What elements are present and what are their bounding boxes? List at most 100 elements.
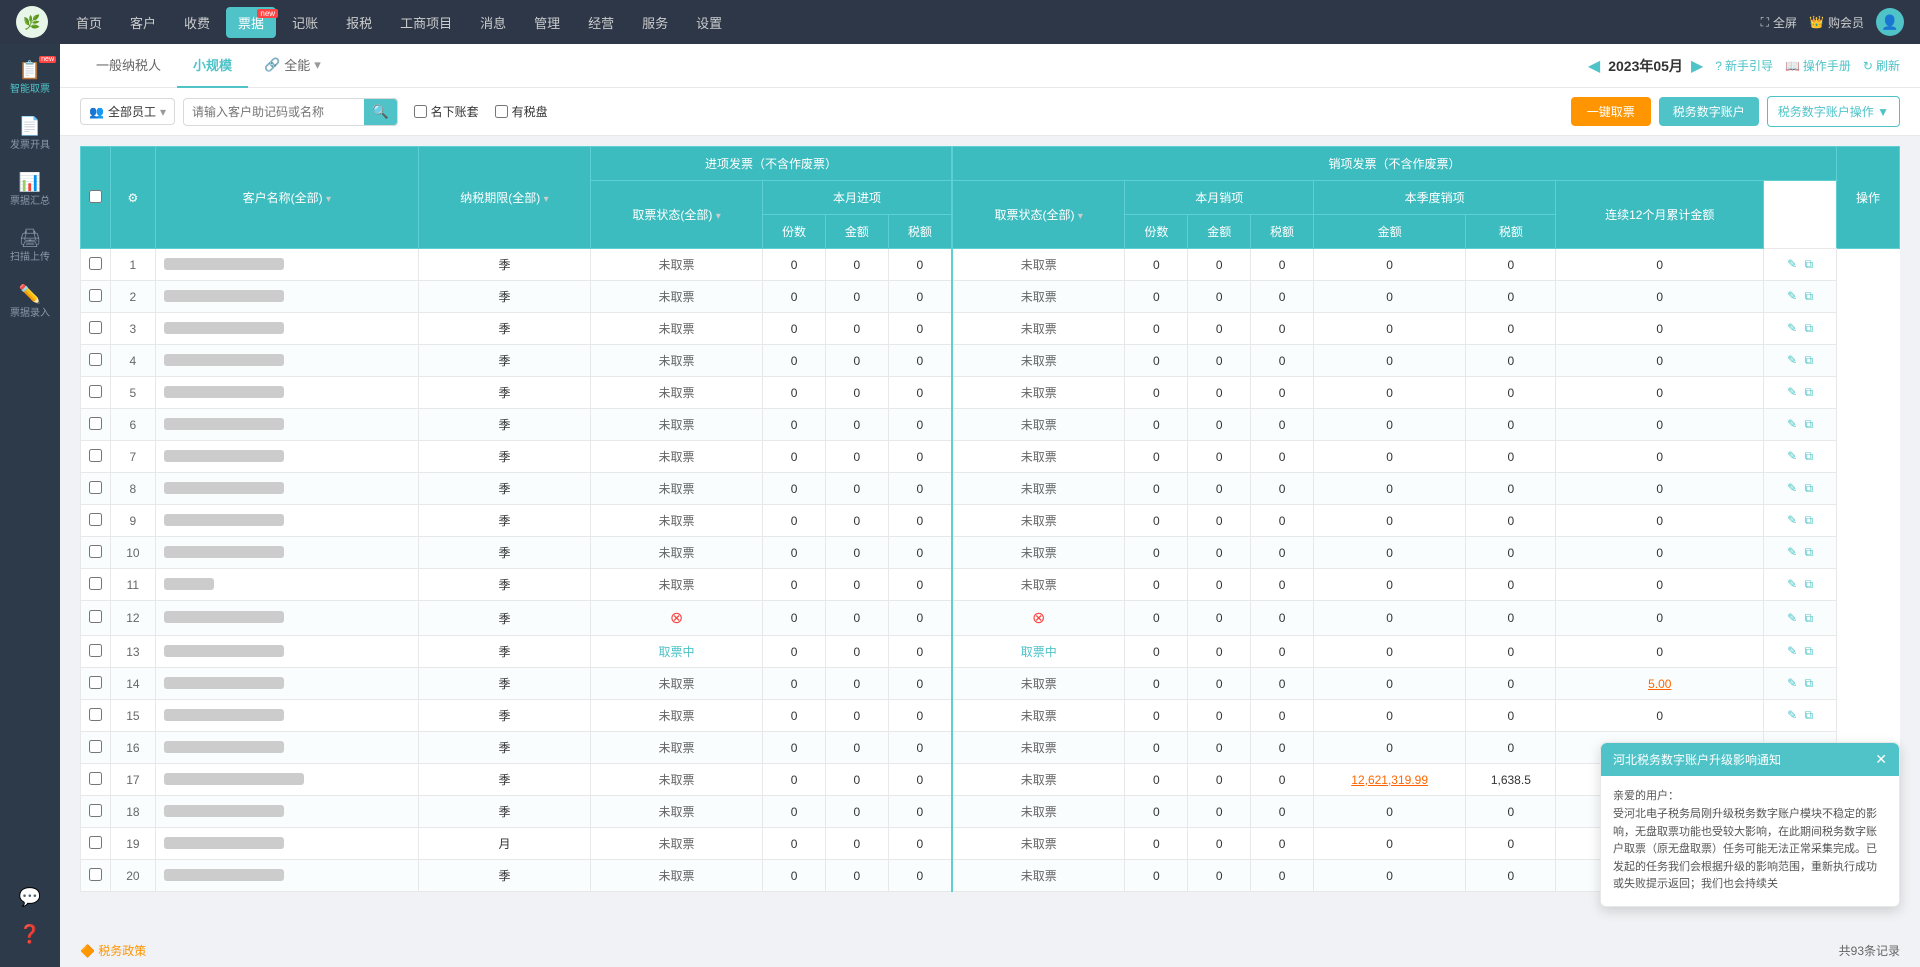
row-copy-icon[interactable]: ⧉: [1805, 257, 1814, 271]
nav-invoices[interactable]: 票据 new: [226, 7, 276, 38]
row-copy-icon[interactable]: ⧉: [1805, 708, 1814, 722]
tab-general-taxpayer[interactable]: 一般纳税人: [80, 44, 177, 88]
row-edit-icon[interactable]: ✎: [1787, 449, 1797, 463]
row-edit-icon[interactable]: ✎: [1787, 708, 1797, 722]
row-copy-icon[interactable]: ⧉: [1805, 644, 1814, 658]
row-edit-icon[interactable]: ✎: [1787, 321, 1797, 335]
search-button[interactable]: 🔍: [364, 99, 397, 125]
row-edit-icon[interactable]: ✎: [1787, 417, 1797, 431]
sidebar-help-icon[interactable]: ❓: [13, 918, 47, 951]
row-checkbox[interactable]: [89, 708, 102, 721]
row-checkbox[interactable]: [89, 804, 102, 817]
nav-fees[interactable]: 收费: [172, 7, 222, 38]
row-checkbox[interactable]: [89, 610, 102, 623]
tab-all[interactable]: 🔗 全能 ▾: [248, 44, 337, 88]
date-next-button[interactable]: ▶: [1691, 56, 1703, 76]
refresh-link[interactable]: ↻ 刷新: [1863, 57, 1900, 74]
my-accounts-input[interactable]: [414, 105, 427, 118]
has-tax-disk-input[interactable]: [495, 105, 508, 118]
quota-filter-icon[interactable]: ▾: [544, 194, 549, 205]
row-copy-icon[interactable]: ⧉: [1805, 353, 1814, 367]
has-tax-disk-checkbox[interactable]: 有税盘: [495, 103, 548, 120]
row-edit-icon[interactable]: ✎: [1787, 577, 1797, 591]
row-copy-icon[interactable]: ⧉: [1805, 449, 1814, 463]
sidebar-item-scan-upload[interactable]: 🖨 扫描上传: [0, 220, 60, 272]
employee-select[interactable]: 👥 全部员工 ▾: [80, 98, 175, 125]
notification-close-button[interactable]: ✕: [1875, 751, 1887, 768]
row-checkbox[interactable]: [89, 353, 102, 366]
row-copy-icon[interactable]: ⧉: [1805, 513, 1814, 527]
sidebar-item-invoice-summary[interactable]: 📊 票据汇总: [0, 164, 60, 216]
nav-management[interactable]: 管理: [522, 7, 572, 38]
nav-clients[interactable]: 客户: [118, 7, 168, 38]
row-checkbox[interactable]: [89, 772, 102, 785]
row-edit-icon[interactable]: ✎: [1787, 481, 1797, 495]
row-checkbox[interactable]: [89, 417, 102, 430]
nav-settings[interactable]: 设置: [684, 7, 734, 38]
my-accounts-checkbox[interactable]: 名下账套: [414, 103, 479, 120]
nav-home[interactable]: 首页: [64, 7, 114, 38]
sidebar-item-smart-fetch[interactable]: 📋 智能取票 new: [0, 52, 60, 104]
sidebar-item-invoice-entry[interactable]: ✏️ 票据录入: [0, 276, 60, 328]
row-copy-icon[interactable]: ⧉: [1805, 321, 1814, 335]
row-copy-icon[interactable]: ⧉: [1805, 417, 1814, 431]
sidebar-chat-icon[interactable]: 💬: [13, 881, 47, 914]
deduct-amount-highlight[interactable]: 12,621,319.99: [1351, 773, 1428, 787]
settings-gear-icon[interactable]: ⚙: [127, 191, 138, 205]
row-copy-icon[interactable]: ⧉: [1805, 289, 1814, 303]
nav-operations[interactable]: 经营: [576, 7, 626, 38]
row-copy-icon[interactable]: ⧉: [1805, 577, 1814, 591]
row-copy-icon[interactable]: ⧉: [1805, 611, 1814, 625]
row-checkbox[interactable]: [89, 385, 102, 398]
row-checkbox[interactable]: [89, 449, 102, 462]
row-edit-icon[interactable]: ✎: [1787, 644, 1797, 658]
tax-digital-account-op-button[interactable]: 税务数字账户操作 ▼: [1767, 96, 1900, 127]
date-prev-button[interactable]: ◀: [1588, 56, 1600, 76]
new-guide-link[interactable]: ? 新手引导: [1715, 57, 1773, 74]
row-edit-icon[interactable]: ✎: [1787, 385, 1797, 399]
search-input[interactable]: [184, 101, 364, 123]
row-copy-icon[interactable]: ⧉: [1805, 545, 1814, 559]
row-edit-icon[interactable]: ✎: [1787, 289, 1797, 303]
row-checkbox[interactable]: [89, 289, 102, 302]
vip-button[interactable]: 👑 购会员: [1809, 14, 1864, 31]
last12-highlight[interactable]: 5.00: [1648, 677, 1671, 691]
client-filter-icon[interactable]: ▾: [326, 194, 331, 205]
nav-business[interactable]: 工商项目: [388, 7, 464, 38]
fullscreen-button[interactable]: ⛶ 全屏: [1761, 14, 1797, 31]
nav-tax[interactable]: 报税: [334, 7, 384, 38]
row-checkbox[interactable]: [89, 481, 102, 494]
out-fetch-filter-icon[interactable]: ▾: [1078, 211, 1083, 222]
row-checkbox[interactable]: [89, 321, 102, 334]
row-checkbox[interactable]: [89, 257, 102, 270]
row-checkbox[interactable]: [89, 577, 102, 590]
tab-small-scale[interactable]: 小规模: [177, 44, 248, 88]
in-fetch-filter-icon[interactable]: ▾: [716, 211, 721, 222]
nav-messages[interactable]: 消息: [468, 7, 518, 38]
row-edit-icon[interactable]: ✎: [1787, 257, 1797, 271]
row-copy-icon[interactable]: ⧉: [1805, 385, 1814, 399]
manual-link[interactable]: 📖 操作手册: [1785, 57, 1851, 74]
row-checkbox[interactable]: [89, 676, 102, 689]
row-edit-icon[interactable]: ✎: [1787, 611, 1797, 625]
tax-digital-account-button[interactable]: 税务数字账户: [1659, 97, 1759, 126]
row-copy-icon[interactable]: ⧉: [1805, 481, 1814, 495]
nav-services[interactable]: 服务: [630, 7, 680, 38]
row-checkbox[interactable]: [89, 836, 102, 849]
row-checkbox[interactable]: [89, 513, 102, 526]
sidebar-item-invoice-open[interactable]: 📄 发票开具: [0, 108, 60, 160]
tax-policy-link[interactable]: 🔶 税务政策: [80, 942, 146, 959]
row-copy-icon[interactable]: ⧉: [1805, 676, 1814, 690]
row-edit-icon[interactable]: ✎: [1787, 545, 1797, 559]
row-checkbox[interactable]: [89, 644, 102, 657]
user-avatar[interactable]: 👤: [1876, 8, 1904, 36]
row-edit-icon[interactable]: ✎: [1787, 513, 1797, 527]
row-checkbox[interactable]: [89, 868, 102, 881]
row-edit-icon[interactable]: ✎: [1787, 353, 1797, 367]
nav-accounting[interactable]: 记账: [280, 7, 330, 38]
row-checkbox[interactable]: [89, 740, 102, 753]
select-all-checkbox[interactable]: [89, 190, 102, 203]
one-key-fetch-button[interactable]: 一键取票: [1571, 97, 1651, 126]
row-checkbox[interactable]: [89, 545, 102, 558]
row-edit-icon[interactable]: ✎: [1787, 676, 1797, 690]
